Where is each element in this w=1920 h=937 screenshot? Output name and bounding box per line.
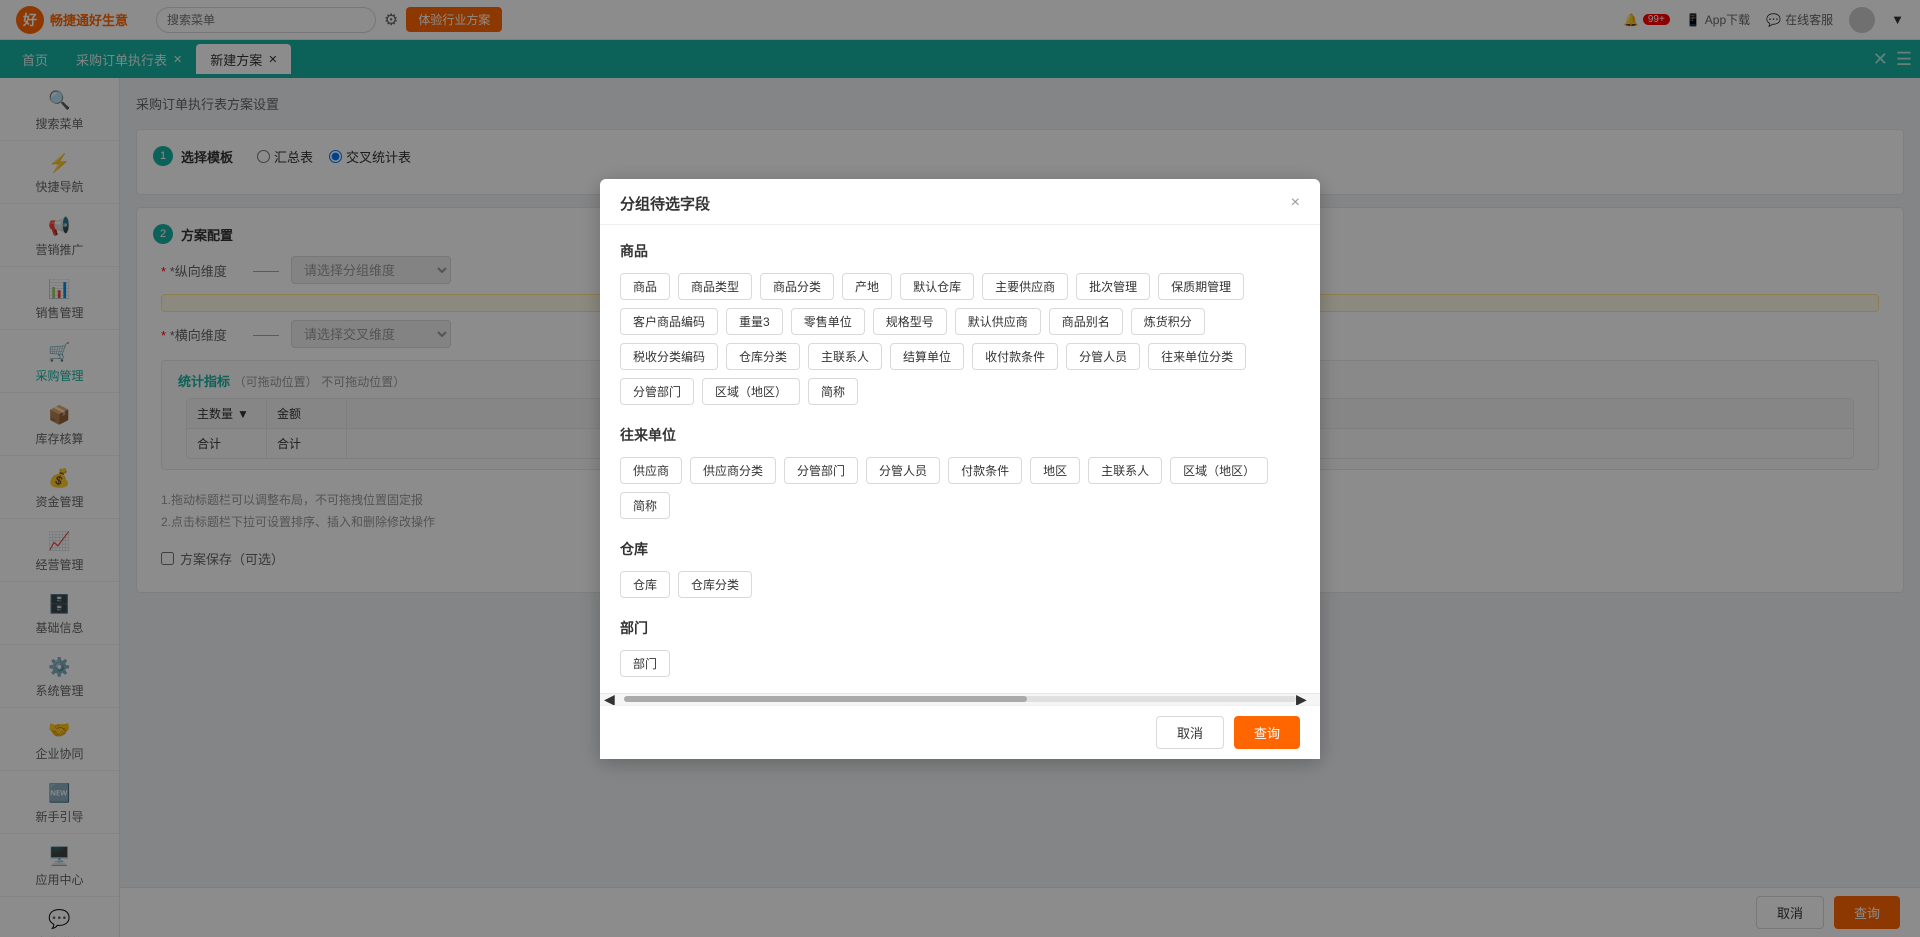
field-tag[interactable]: 供应商分类 [690, 457, 776, 484]
field-tag[interactable]: 商品类型 [678, 273, 752, 300]
field-tag[interactable]: 商品 [620, 273, 670, 300]
modal-title: 分组待选字段 [620, 193, 710, 214]
overlay: 分组待选字段 × 商品 商品 商品类型 商品分类 产地 默认仓库 主要供应商 批… [0, 0, 1920, 937]
field-tag[interactable]: 分管部门 [620, 378, 694, 405]
group-title-goods: 商品 [620, 241, 1300, 261]
field-tag[interactable]: 规格型号 [873, 308, 947, 335]
field-group-partner: 往来单位 供应商 供应商分类 分管部门 分管人员 付款条件 地区 主联系人 区域… [620, 425, 1300, 519]
modal-close-button[interactable]: × [1291, 194, 1300, 212]
field-tags-goods: 商品 商品类型 商品分类 产地 默认仓库 主要供应商 批次管理 保质期管理 客户… [620, 273, 1300, 405]
field-tag[interactable]: 部门 [620, 650, 670, 677]
field-tag[interactable]: 主联系人 [1088, 457, 1162, 484]
field-group-dept: 部门 部门 [620, 618, 1300, 677]
field-tag[interactable]: 零售单位 [791, 308, 865, 335]
field-tag[interactable]: 商品别名 [1049, 308, 1123, 335]
field-tag[interactable]: 仓库分类 [726, 343, 800, 370]
field-tag[interactable]: 收付款条件 [972, 343, 1058, 370]
field-tag[interactable]: 区域（地区） [1170, 457, 1268, 484]
field-tag[interactable]: 炼货积分 [1131, 308, 1205, 335]
scrollbar-track[interactable] [624, 696, 1296, 702]
cancel-button[interactable]: 取消 [1156, 716, 1224, 749]
group-title-warehouse: 仓库 [620, 539, 1300, 559]
field-tag[interactable]: 客户商品编码 [620, 308, 718, 335]
field-tag[interactable]: 结算单位 [890, 343, 964, 370]
field-tag[interactable]: 供应商 [620, 457, 682, 484]
field-tag[interactable]: 地区 [1030, 457, 1080, 484]
group-title-partner: 往来单位 [620, 425, 1300, 445]
modal-header: 分组待选字段 × [600, 179, 1320, 225]
group-title-dept: 部门 [620, 618, 1300, 638]
field-tags-dept: 部门 [620, 650, 1300, 677]
field-tag[interactable]: 主要供应商 [982, 273, 1068, 300]
field-tag[interactable]: 区域（地区） [702, 378, 800, 405]
modal-footer: 取消 查询 [600, 705, 1320, 759]
field-tag[interactable]: 仓库分类 [678, 571, 752, 598]
field-group-goods: 商品 商品 商品类型 商品分类 产地 默认仓库 主要供应商 批次管理 保质期管理… [620, 241, 1300, 405]
field-tag[interactable]: 分管部门 [784, 457, 858, 484]
field-tag[interactable]: 分管人员 [866, 457, 940, 484]
field-tag[interactable]: 主联系人 [808, 343, 882, 370]
field-tag[interactable]: 商品分类 [760, 273, 834, 300]
confirm-button[interactable]: 查询 [1234, 716, 1300, 749]
field-tags-partner: 供应商 供应商分类 分管部门 分管人员 付款条件 地区 主联系人 区域（地区） … [620, 457, 1300, 519]
field-tag[interactable]: 分管人员 [1066, 343, 1140, 370]
field-tag[interactable]: 重量3 [726, 308, 783, 335]
modal: 分组待选字段 × 商品 商品 商品类型 商品分类 产地 默认仓库 主要供应商 批… [600, 179, 1320, 759]
scrollbar-thumb [624, 696, 1027, 702]
field-tag[interactable]: 默认供应商 [955, 308, 1041, 335]
field-tag[interactable]: 保质期管理 [1158, 273, 1244, 300]
field-tags-warehouse: 仓库 仓库分类 [620, 571, 1300, 598]
field-tag[interactable]: 税收分类编码 [620, 343, 718, 370]
modal-body: 商品 商品 商品类型 商品分类 产地 默认仓库 主要供应商 批次管理 保质期管理… [600, 225, 1320, 693]
field-tag[interactable]: 批次管理 [1076, 273, 1150, 300]
modal-scrollbar-area: ◀ ▶ [600, 693, 1320, 705]
field-tag[interactable]: 仓库 [620, 571, 670, 598]
field-tag[interactable]: 产地 [842, 273, 892, 300]
field-group-warehouse: 仓库 仓库 仓库分类 [620, 539, 1300, 598]
field-tag[interactable]: 付款条件 [948, 457, 1022, 484]
field-tag[interactable]: 简称 [808, 378, 858, 405]
field-tag[interactable]: 简称 [620, 492, 670, 519]
field-tag[interactable]: 默认仓库 [900, 273, 974, 300]
field-tag[interactable]: 往来单位分类 [1148, 343, 1246, 370]
